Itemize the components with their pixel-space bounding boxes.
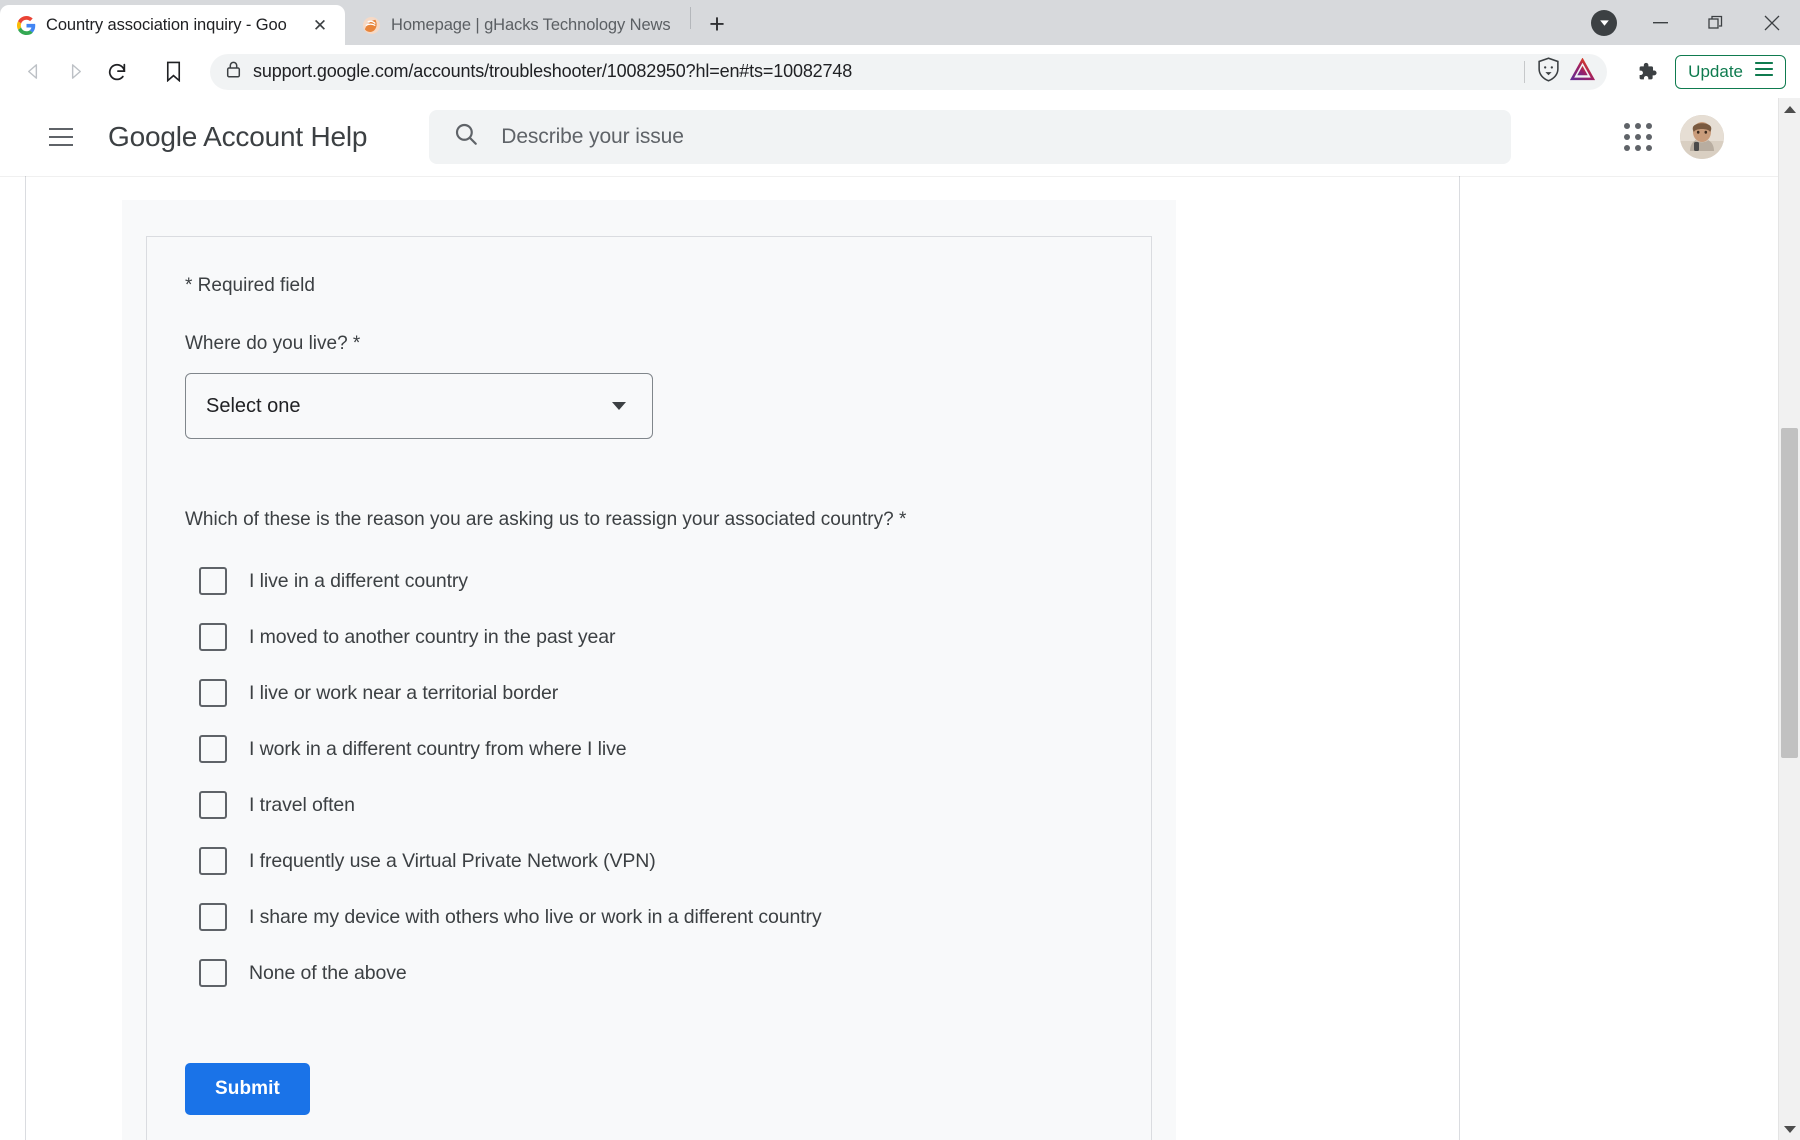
site-menu-icon[interactable]	[38, 114, 84, 160]
google-apps-grid-icon[interactable]	[1624, 123, 1652, 151]
checkbox-icon[interactable]	[199, 847, 227, 875]
list-item[interactable]: I moved to another country in the past y…	[185, 609, 1115, 665]
chevron-down-icon	[612, 402, 626, 410]
extensions-puzzle-icon[interactable]	[1627, 53, 1665, 91]
list-item[interactable]: I travel often	[185, 777, 1115, 833]
maximize-restore-button[interactable]	[1688, 0, 1744, 45]
window-controls	[1576, 0, 1800, 45]
troubleshooter-form-card: * Required field Where do you live? * Se…	[146, 236, 1152, 1140]
page-area: Google Account Help Describe your issue	[0, 98, 1800, 1140]
scroll-down-arrow-icon[interactable]	[1779, 1118, 1800, 1140]
search-input[interactable]: Describe your issue	[429, 110, 1511, 164]
list-item[interactable]: I live in a different country	[185, 553, 1115, 609]
list-item[interactable]: I frequently use a Virtual Private Netwo…	[185, 833, 1115, 889]
vertical-scrollbar[interactable]	[1778, 98, 1800, 1140]
tab-divider	[690, 7, 691, 29]
web-viewport: Google Account Help Describe your issue	[0, 98, 1778, 1140]
new-tab-button[interactable]: +	[697, 4, 737, 44]
content-panel: * Required field Where do you live? * Se…	[122, 200, 1176, 1140]
tab-title: Country association inquiry - Goo	[46, 16, 299, 35]
checkbox-icon[interactable]	[199, 903, 227, 931]
search-icon	[453, 121, 479, 152]
site-header: Google Account Help Describe your issue	[0, 98, 1778, 176]
submit-button[interactable]: Submit	[185, 1063, 310, 1115]
checkbox-icon[interactable]	[199, 735, 227, 763]
reason-checkbox-list: I live in a different country I moved to…	[185, 553, 1115, 1001]
page-content: * Required field Where do you live? * Se…	[0, 176, 1778, 1140]
checkbox-label: I frequently use a Virtual Private Netwo…	[249, 850, 656, 873]
country-select-value: Select one	[206, 395, 301, 418]
tab-strip: Country association inquiry - Goo ✕ Home…	[0, 0, 1800, 45]
ghacks-icon	[361, 15, 381, 35]
hamburger-menu-icon[interactable]	[1755, 61, 1773, 82]
checkbox-label: None of the above	[249, 962, 407, 985]
download-indicator-button[interactable]	[1576, 0, 1632, 45]
browser-tab-active[interactable]: Country association inquiry - Goo ✕	[0, 5, 345, 45]
list-item[interactable]: I share my device with others who live o…	[185, 889, 1115, 945]
brave-shields-lion-icon[interactable]	[1537, 57, 1560, 87]
url-text: support.google.com/accounts/troubleshoot…	[253, 61, 1512, 82]
checkbox-icon[interactable]	[199, 567, 227, 595]
forward-arrow-icon[interactable]	[56, 53, 94, 91]
scroll-up-arrow-icon[interactable]	[1779, 98, 1800, 120]
update-label: Update	[1688, 62, 1743, 82]
site-brand-title: Google Account Help	[108, 121, 367, 153]
main-column: * Required field Where do you live? * Se…	[26, 176, 1460, 1140]
checkbox-icon[interactable]	[199, 959, 227, 987]
right-column	[1460, 176, 1778, 1140]
close-icon[interactable]: ✕	[309, 14, 331, 36]
google-icon	[16, 15, 36, 35]
back-arrow-icon[interactable]	[14, 53, 52, 91]
checkbox-label: I moved to another country in the past y…	[249, 626, 615, 649]
checkbox-label: I work in a different country from where…	[249, 738, 627, 761]
country-question-label: Where do you live? *	[185, 333, 1115, 355]
close-window-button[interactable]	[1744, 0, 1800, 45]
checkbox-label: I travel often	[249, 794, 355, 817]
address-bar[interactable]: support.google.com/accounts/troubleshoot…	[210, 54, 1607, 90]
reload-icon[interactable]	[98, 53, 136, 91]
avatar[interactable]	[1680, 115, 1724, 159]
browser-window: Country association inquiry - Goo ✕ Home…	[0, 0, 1800, 1140]
checkbox-icon[interactable]	[199, 791, 227, 819]
checkbox-icon[interactable]	[199, 623, 227, 651]
search-placeholder: Describe your issue	[501, 125, 684, 149]
browser-tab-inactive[interactable]: Homepage | gHacks Technology News	[345, 5, 690, 45]
left-rail	[0, 176, 26, 1140]
country-select[interactable]: Select one	[185, 373, 653, 439]
scrollbar-thumb[interactable]	[1781, 428, 1798, 758]
header-right-actions	[1624, 115, 1750, 159]
omnibox-divider	[1524, 61, 1525, 83]
list-item[interactable]: I live or work near a territorial border	[185, 665, 1115, 721]
checkbox-icon[interactable]	[199, 679, 227, 707]
tab-title: Homepage | gHacks Technology News	[391, 16, 676, 35]
browser-toolbar: support.google.com/accounts/troubleshoot…	[0, 45, 1800, 98]
list-item[interactable]: I work in a different country from where…	[185, 721, 1115, 777]
update-button[interactable]: Update	[1675, 55, 1786, 89]
checkbox-label: I live or work near a territorial border	[249, 682, 558, 705]
submit-row: Submit	[185, 1063, 1115, 1115]
reason-question-label: Which of these is the reason you are ask…	[185, 509, 1115, 531]
required-field-note: * Required field	[185, 275, 1115, 297]
brave-rewards-bat-triangle-icon[interactable]	[1570, 58, 1595, 86]
minimize-button[interactable]	[1632, 0, 1688, 45]
checkbox-label: I share my device with others who live o…	[249, 906, 822, 929]
list-item[interactable]: None of the above	[185, 945, 1115, 1001]
download-arrow-icon	[1591, 10, 1617, 36]
toolbar-right-actions: Update	[1627, 53, 1786, 91]
checkbox-label: I live in a different country	[249, 570, 468, 593]
bookmark-icon[interactable]	[154, 53, 192, 91]
lock-icon	[226, 61, 241, 83]
